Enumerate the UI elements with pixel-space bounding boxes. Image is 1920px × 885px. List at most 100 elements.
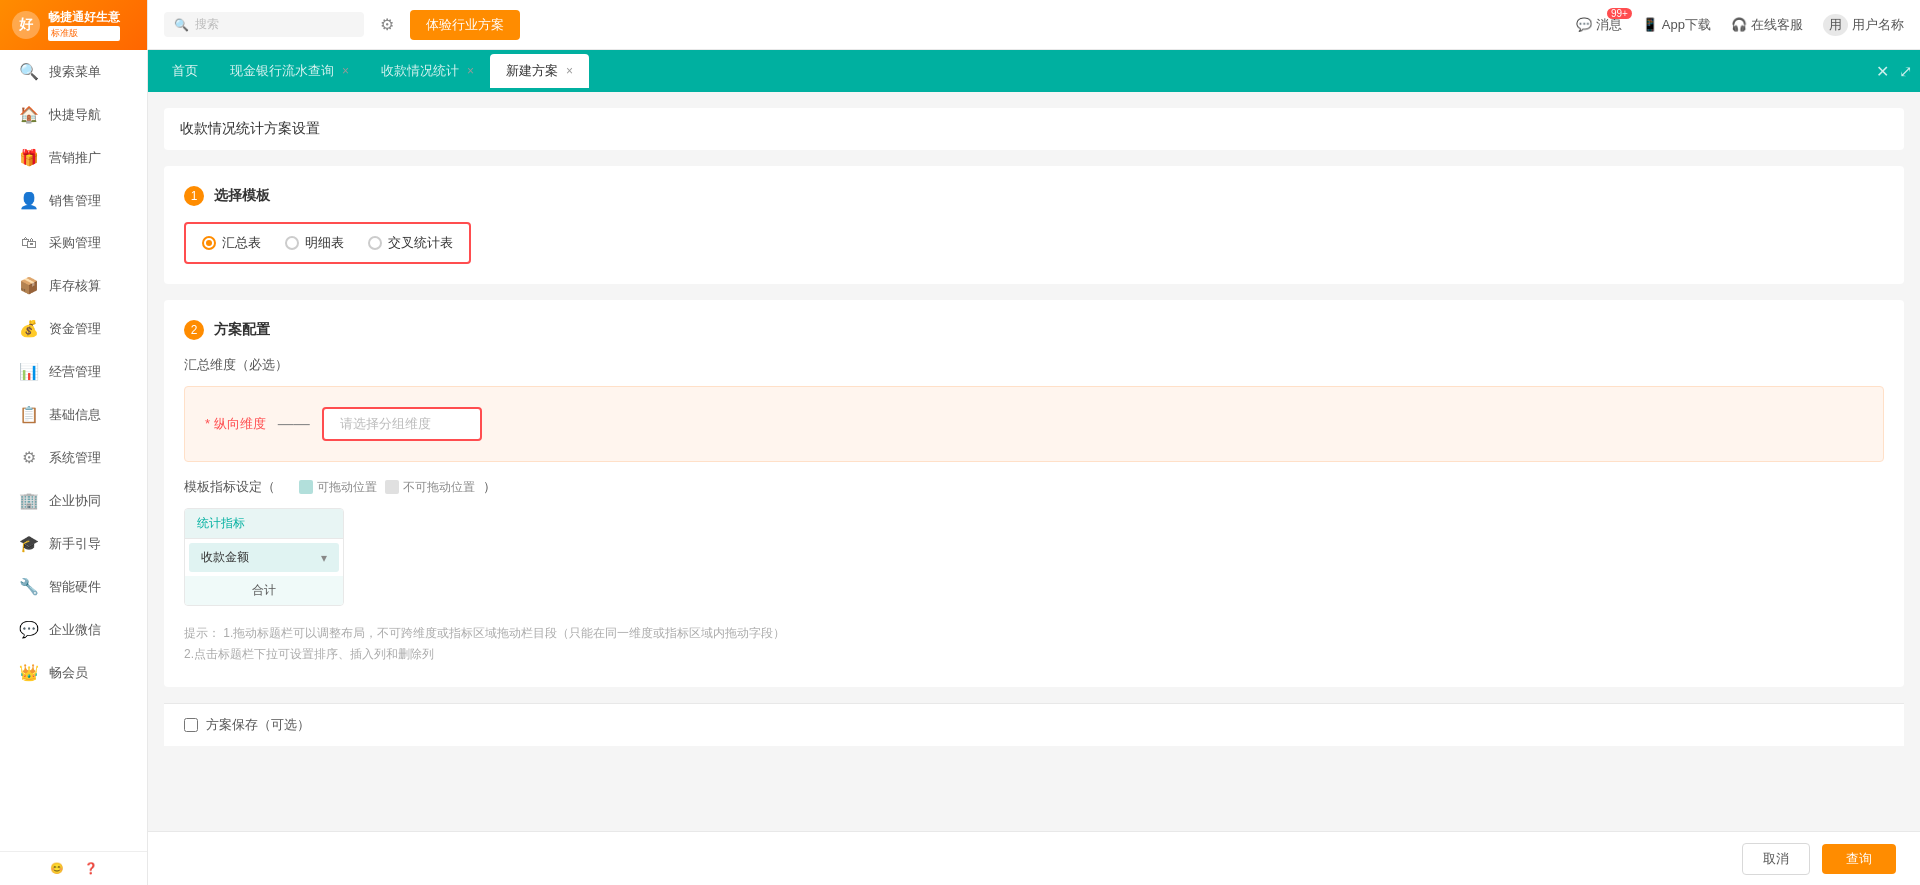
hardware-icon: 🔧 <box>19 577 39 596</box>
close-window-icon[interactable]: ✕ <box>1876 62 1889 81</box>
dimension-arrow: —— <box>278 415 310 433</box>
tip-line1: 提示： 1.拖动标题栏可以调整布局，不可跨维度或指标区域拖动栏目段（只能在同一维… <box>184 625 1884 642</box>
sidebar-item-system[interactable]: ⚙ 系统管理 <box>0 436 147 479</box>
sidebar-item-inventory[interactable]: 📦 库存核算 <box>0 264 147 307</box>
topbar-right: 💬 消息 99+ 📱 App下载 🎧 在线客服 用 用户名称 <box>1576 14 1904 36</box>
message-item[interactable]: 💬 消息 99+ <box>1576 16 1622 34</box>
radio-dot-cross <box>368 236 382 250</box>
headset-icon: 🎧 <box>1731 17 1747 32</box>
sidebar-item-basic-info[interactable]: 📋 基础信息 <box>0 393 147 436</box>
tab-home[interactable]: 首页 <box>156 54 214 88</box>
money-icon: 💰 <box>19 319 39 338</box>
metrics-section-header: 统计指标 <box>185 509 343 539</box>
metrics-title: 模板指标设定（ <box>184 478 275 496</box>
search-icon: 🔍 <box>174 18 189 32</box>
tab-close-new-plan[interactable]: × <box>566 64 573 78</box>
topbar: 🔍 搜索 ⚙ 体验行业方案 💬 消息 99+ 📱 App下载 🎧 在线客服 用 … <box>148 0 1920 50</box>
step1-header: 1 选择模板 <box>184 186 1884 206</box>
dimension-row-label: * 纵向维度 <box>205 415 266 433</box>
metrics-area: 统计指标 收款金额 ▾ 合计 <box>184 508 344 606</box>
crown-icon: 👑 <box>19 663 39 682</box>
metrics-tag-amount[interactable]: 收款金额 ▾ <box>189 543 339 572</box>
sidebar-item-marketing[interactable]: 🎁 营销推广 <box>0 136 147 179</box>
sidebar-feedback[interactable]: 😊 <box>50 862 64 875</box>
sidebar-item-hardware[interactable]: 🔧 智能硬件 <box>0 565 147 608</box>
metrics-header: 模板指标设定（ 可拖动位置 不可拖动位置 ） <box>184 478 1884 496</box>
tab-close-bank-flow[interactable]: × <box>342 64 349 78</box>
save-section: 方案保存（可选） <box>164 703 1904 746</box>
dimension-row: * 纵向维度 —— 请选择分组维度 <box>205 407 1863 441</box>
home-icon: 🏠 <box>19 105 39 124</box>
template-options: 汇总表 明细表 交叉统计表 <box>184 222 471 264</box>
query-button[interactable]: 查询 <box>1822 844 1896 874</box>
dimension-select[interactable]: 请选择分组维度 <box>322 407 482 441</box>
maximize-icon[interactable]: ⤢ <box>1899 62 1912 81</box>
step1-num: 1 <box>184 186 204 206</box>
chart-icon: 📊 <box>19 362 39 381</box>
dimension-area: * 纵向维度 —— 请选择分组维度 <box>184 386 1884 462</box>
tab-close-receipt-stats[interactable]: × <box>467 64 474 78</box>
step2-num: 2 <box>184 320 204 340</box>
sidebar-item-finance[interactable]: 💰 资金管理 <box>0 307 147 350</box>
tip-line2: 2.点击标题栏下拉可设置排序、插入列和删除列 <box>184 646 1884 663</box>
sidebar-item-search-menu[interactable]: 🔍 搜索菜单 <box>0 50 147 93</box>
sidebar-item-sales[interactable]: 👤 销售管理 <box>0 179 147 222</box>
tips-section: 提示： 1.拖动标题栏可以调整布局，不可跨维度或指标区域拖动栏目段（只能在同一维… <box>184 625 1884 663</box>
gift-icon: 🎁 <box>19 148 39 167</box>
legend-movable-color <box>299 480 313 494</box>
content-area: 收款情况统计方案设置 1 选择模板 汇总表 明细表 交叉统计表 <box>148 92 1920 831</box>
clipboard-icon: 📋 <box>19 405 39 424</box>
service-item[interactable]: 🎧 在线客服 <box>1731 16 1803 34</box>
search-placeholder: 搜索 <box>195 16 219 33</box>
sidebar-item-operations[interactable]: 📊 经营管理 <box>0 350 147 393</box>
logo-icon: 好 <box>12 11 40 39</box>
radio-detail[interactable]: 明细表 <box>285 234 344 252</box>
tab-bank-flow[interactable]: 现金银行流水查询 × <box>214 54 365 88</box>
page-title: 收款情况统计方案设置 <box>180 120 320 136</box>
radio-dot-detail <box>285 236 299 250</box>
download-item[interactable]: 📱 App下载 <box>1642 16 1711 34</box>
sidebar-bottom: 😊 ❓ <box>0 851 147 885</box>
tab-receipt-stats[interactable]: 收款情况统计 × <box>365 54 490 88</box>
sidebar: 好 畅捷通好生意 标准版 🔍 搜索菜单 🏠 快捷导航 🎁 营销推广 👤 销售管理… <box>0 0 148 885</box>
step1-label: 选择模板 <box>214 187 270 205</box>
radio-summary[interactable]: 汇总表 <box>202 234 261 252</box>
sidebar-item-wechat[interactable]: 💬 企业微信 <box>0 608 147 651</box>
legend-fixed-color <box>385 480 399 494</box>
user-avatar[interactable]: 用 用户名称 <box>1823 14 1904 36</box>
dimension-title: 汇总维度（必选） <box>184 356 1884 374</box>
legend-movable: 可拖动位置 <box>299 479 377 496</box>
sidebar-item-quick-nav[interactable]: 🏠 快捷导航 <box>0 93 147 136</box>
radio-cross[interactable]: 交叉统计表 <box>368 234 453 252</box>
sidebar-help[interactable]: ❓ <box>84 862 98 875</box>
avatar-icon: 用 <box>1823 14 1848 36</box>
sidebar-item-enterprise[interactable]: 🏢 企业协同 <box>0 479 147 522</box>
footer: 取消 查询 <box>148 831 1920 885</box>
step2-label: 方案配置 <box>214 321 270 339</box>
cancel-button[interactable]: 取消 <box>1742 843 1810 875</box>
save-checkbox[interactable] <box>184 718 198 732</box>
gear-icon[interactable]: ⚙ <box>380 15 394 34</box>
sidebar-item-member[interactable]: 👑 畅会员 <box>0 651 147 694</box>
sidebar-item-guide[interactable]: 🎓 新手引导 <box>0 522 147 565</box>
industry-btn[interactable]: 体验行业方案 <box>410 10 520 40</box>
metrics-total: 合计 <box>185 576 343 605</box>
tab-new-plan[interactable]: 新建方案 × <box>490 54 589 88</box>
wechat-icon: 💬 <box>19 620 39 639</box>
tabbar: 首页 现金银行流水查询 × 收款情况统计 × 新建方案 × ✕ ⤢ <box>148 50 1920 92</box>
building-icon: 🏢 <box>19 491 39 510</box>
save-label: 方案保存（可选） <box>206 716 310 734</box>
download-icon: 📱 <box>1642 17 1658 32</box>
sidebar-item-purchase[interactable]: 🛍 采购管理 <box>0 222 147 264</box>
box-icon: 📦 <box>19 276 39 295</box>
step1-card: 1 选择模板 汇总表 明细表 交叉统计表 <box>164 166 1904 284</box>
page-header: 收款情况统计方案设置 <box>164 108 1904 150</box>
radio-dot-summary <box>202 236 216 250</box>
step2-header: 2 方案配置 <box>184 320 1884 340</box>
step2-card: 2 方案配置 汇总维度（必选） * 纵向维度 —— 请选择分组维度 模板指标设定… <box>164 300 1904 687</box>
user-icon: 👤 <box>19 191 39 210</box>
settings-icon: ⚙ <box>19 448 39 467</box>
search-box[interactable]: 🔍 搜索 <box>164 12 364 37</box>
search-menu-icon: 🔍 <box>19 62 39 81</box>
metrics-tag-arrow: ▾ <box>321 551 327 565</box>
